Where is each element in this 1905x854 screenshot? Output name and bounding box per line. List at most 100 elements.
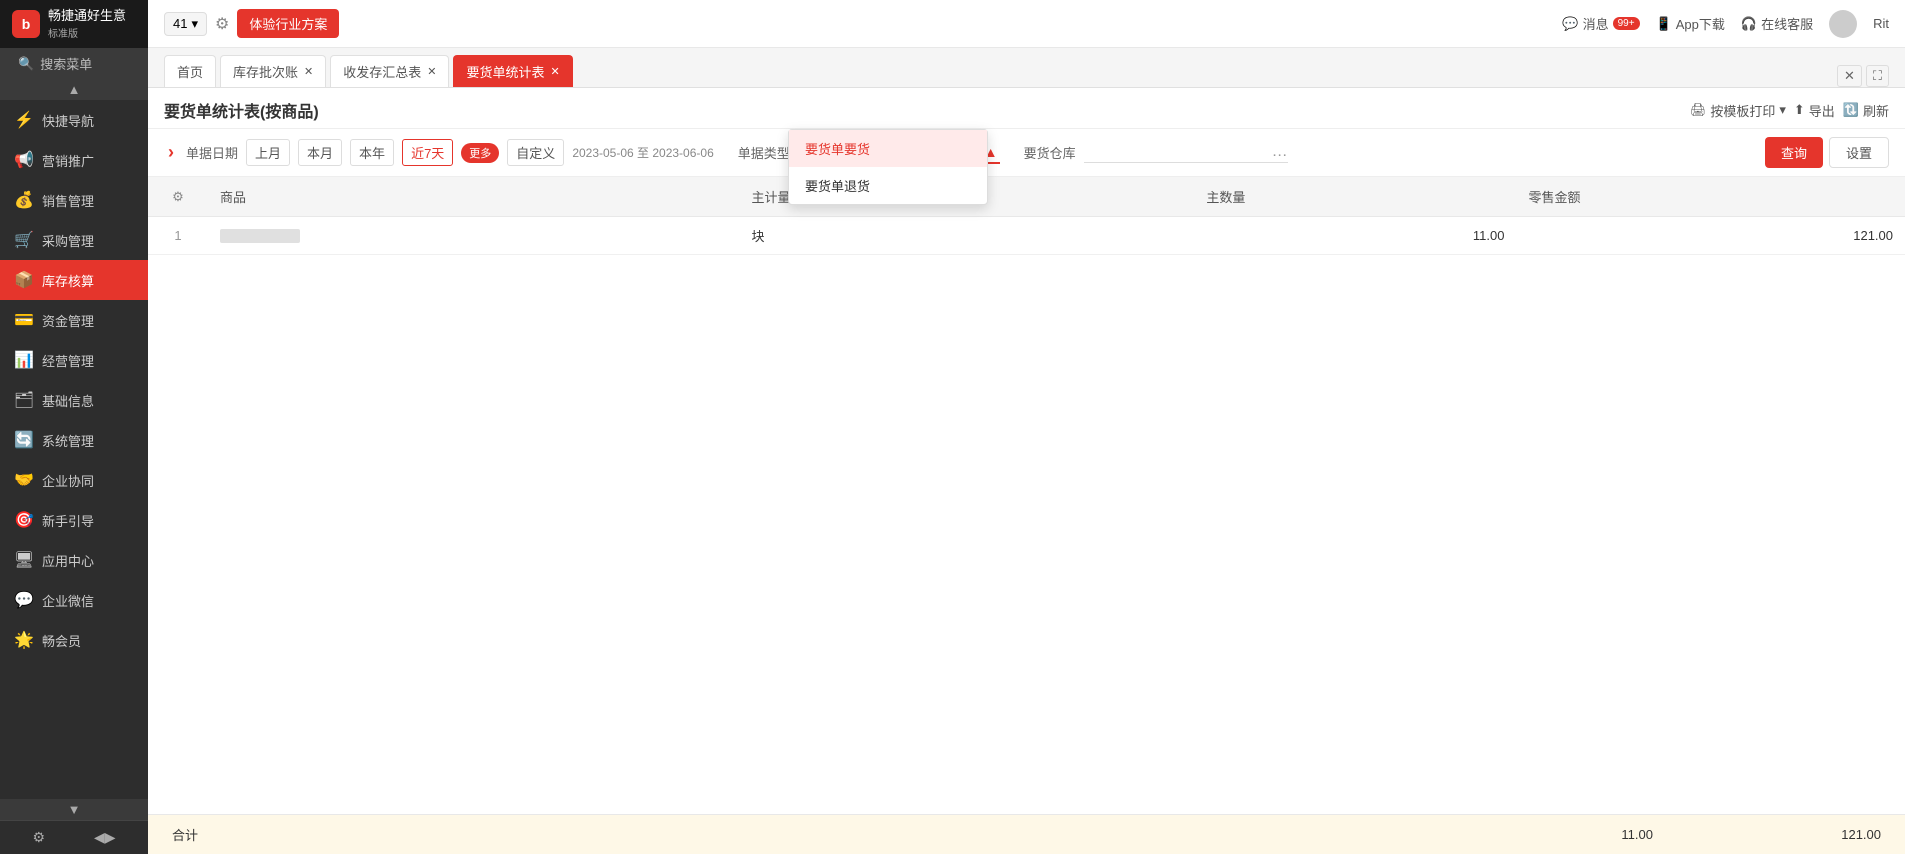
sidebar-item-label: 资金管理 — [42, 311, 94, 330]
sidebar-item-label: 系统管理 — [42, 431, 94, 450]
warehouse-more-icon[interactable]: … — [1272, 143, 1288, 161]
date-custom-btn[interactable]: 自定义 — [507, 139, 564, 166]
refresh-btn[interactable]: 🔃 刷新 — [1843, 101, 1889, 120]
date-week7-btn[interactable]: 近7天 — [402, 139, 453, 166]
sidebar-item-marketing[interactable]: 📢 营销推广 — [0, 140, 148, 180]
refresh-icon: 🔃 — [1843, 102, 1859, 118]
sidebar-item-enterprise[interactable]: 🤝 企业协同 — [0, 460, 148, 500]
sidebar-item-label: 快捷导航 — [42, 111, 94, 130]
messages-btn[interactable]: 💬 消息 99+ — [1562, 14, 1639, 33]
sidebar-item-inventory[interactable]: 📦 库存核算 — [0, 260, 148, 300]
filter-bar: › 单据日期 上月 本月 本年 近7天 更多 自定义 2023-05-06 至 … — [148, 129, 1905, 177]
tabs-close-all-btn[interactable]: ✕ — [1837, 65, 1862, 87]
print-arrow-icon: ▾ — [1779, 102, 1786, 118]
sidebar-search[interactable]: 🔍 搜索菜单 — [0, 48, 148, 79]
query-btn[interactable]: 查询 — [1765, 137, 1823, 168]
page-title: 要货单统计表(按商品) — [164, 98, 319, 122]
tab-receivables-close[interactable]: ✕ — [427, 65, 436, 78]
tab-order-stats-label: 要货单统计表 — [466, 62, 544, 81]
search-icon: 🔍 — [18, 56, 34, 72]
filter-expand-btn[interactable]: › — [164, 140, 178, 165]
sidebar-item-label: 营销推广 — [42, 151, 94, 170]
page-header: 要货单统计表(按商品) 🖨 按模板打印 ▾ ⬆ 导出 🔃 刷新 — [148, 88, 1905, 129]
type-filter-label: 单据类型 — [738, 143, 790, 162]
print-template-btn[interactable]: 🖨 按模板打印 ▾ — [1690, 101, 1786, 120]
dropdown-item-order-return[interactable]: 要货单退货 — [789, 167, 987, 204]
warehouse-filter-input[interactable] — [1084, 143, 1268, 162]
sidebar-item-finance[interactable]: 💳 资金管理 — [0, 300, 148, 340]
message-icon: 💬 — [1562, 16, 1578, 32]
sidebar-item-label: 畅会员 — [42, 631, 81, 650]
date-more-btn[interactable]: 更多 — [461, 143, 499, 163]
tab-receivables[interactable]: 收发存汇总表 ✕ — [330, 55, 449, 87]
col-settings[interactable]: ⚙ — [148, 177, 208, 217]
filter-settings-btn[interactable]: 设置 — [1829, 137, 1889, 168]
footer-amount: 121.00 — [1773, 827, 1893, 842]
sidebar-item-label: 经营管理 — [42, 351, 94, 370]
sidebar-search-label: 搜索菜单 — [40, 54, 92, 73]
tab-order-stats[interactable]: 要货单统计表 ✕ — [453, 55, 572, 87]
col-amount: 零售金额 — [1516, 177, 1905, 217]
tabs-expand-btn[interactable]: ⛶ — [1866, 65, 1889, 87]
quick-nav-icon: ⚡ — [14, 110, 34, 130]
product-placeholder — [220, 229, 300, 243]
purchase-icon: 🛒 — [14, 230, 34, 250]
marketing-icon: 📢 — [14, 150, 34, 170]
table-area: ⚙ 商品 主计量单位 主数量 零售金额 1 块 — [148, 177, 1905, 814]
cell-product — [208, 217, 740, 255]
sidebar-collapse-btn[interactable]: ◀▶ — [94, 829, 116, 846]
service-label: 在线客服 — [1761, 14, 1813, 33]
sales-icon: 💰 — [14, 190, 34, 210]
sidebar-item-label: 企业协同 — [42, 471, 94, 490]
dropdown-item-order-goods[interactable]: 要货单要货 — [789, 130, 987, 167]
warehouse-filter-wrap: … — [1084, 143, 1288, 163]
sidebar-item-purchase[interactable]: 🛒 采购管理 — [0, 220, 148, 260]
sidebar-item-basic[interactable]: 🗂 基础信息 — [0, 380, 148, 420]
app-download-btn[interactable]: 📱 App下载 — [1656, 14, 1725, 33]
sidebar-item-guide[interactable]: 🎯 新手引导 — [0, 500, 148, 540]
table-settings-icon[interactable]: ⚙ — [160, 189, 196, 205]
sidebar-settings-btn[interactable]: ⚙ — [32, 829, 45, 846]
sidebar-item-appstore[interactable]: 🖥 应用中心 — [0, 540, 148, 580]
sidebar-item-wechat[interactable]: 💬 企业微信 — [0, 580, 148, 620]
date-filter-label: 单据日期 — [186, 143, 238, 162]
tab-inventory-batch-close[interactable]: ✕ — [304, 65, 313, 78]
logo-title: 畅捷通好生意 — [48, 8, 126, 25]
footer-label: 合计 — [160, 825, 380, 844]
sidebar-item-quick-nav[interactable]: ⚡ 快捷导航 — [0, 100, 148, 140]
tab-inventory-batch[interactable]: 库存批次账 ✕ — [220, 55, 326, 87]
tab-inventory-batch-label: 库存批次账 — [233, 62, 298, 81]
chevron-down-icon: ▾ — [191, 16, 198, 32]
sidebar-item-system[interactable]: 🔄 系统管理 — [0, 420, 148, 460]
cell-amount: 121.00 — [1516, 217, 1905, 255]
cell-unit: 块 — [740, 217, 1195, 255]
cell-index: 1 — [148, 217, 208, 255]
message-badge: 99+ — [1613, 17, 1640, 30]
sidebar-item-label: 库存核算 — [42, 271, 94, 290]
sidebar-scroll-down[interactable]: ▼ — [0, 799, 148, 820]
sidebar-scroll-up[interactable]: ▲ — [0, 79, 148, 100]
sidebar-item-member[interactable]: 🌟 畅会员 — [0, 620, 148, 660]
header-settings-icon[interactable]: ⚙ — [215, 14, 229, 34]
main-area: 41 ▾ ⚙ 体验行业方案 💬 消息 99+ 📱 App下载 🎧 在线客服 Ri… — [148, 0, 1905, 854]
sidebar-item-label: 销售管理 — [42, 191, 94, 210]
trial-btn[interactable]: 体验行业方案 — [237, 9, 339, 38]
date-prev-btn[interactable]: 上月 — [246, 139, 290, 166]
sidebar-item-operation[interactable]: 📊 经营管理 — [0, 340, 148, 380]
guide-icon: 🎯 — [14, 510, 34, 530]
sidebar-item-sales[interactable]: 💰 销售管理 — [0, 180, 148, 220]
app-label: App下载 — [1676, 14, 1725, 33]
tab-order-stats-close[interactable]: ✕ — [551, 65, 560, 78]
footer-qty: 11.00 — [1573, 827, 1773, 842]
logo-subtitle: 标准版 — [48, 25, 126, 40]
tab-home[interactable]: 首页 — [164, 55, 216, 87]
store-selector[interactable]: 41 ▾ — [164, 12, 207, 36]
member-icon: 🌟 — [14, 630, 34, 650]
avatar[interactable] — [1829, 10, 1857, 38]
date-current-btn[interactable]: 本月 — [298, 139, 342, 166]
date-year-btn[interactable]: 本年 — [350, 139, 394, 166]
export-btn[interactable]: ⬆ 导出 — [1794, 101, 1835, 120]
online-service-btn[interactable]: 🎧 在线客服 — [1741, 14, 1813, 33]
sidebar-item-label: 基础信息 — [42, 391, 94, 410]
store-number: 41 — [173, 16, 187, 31]
